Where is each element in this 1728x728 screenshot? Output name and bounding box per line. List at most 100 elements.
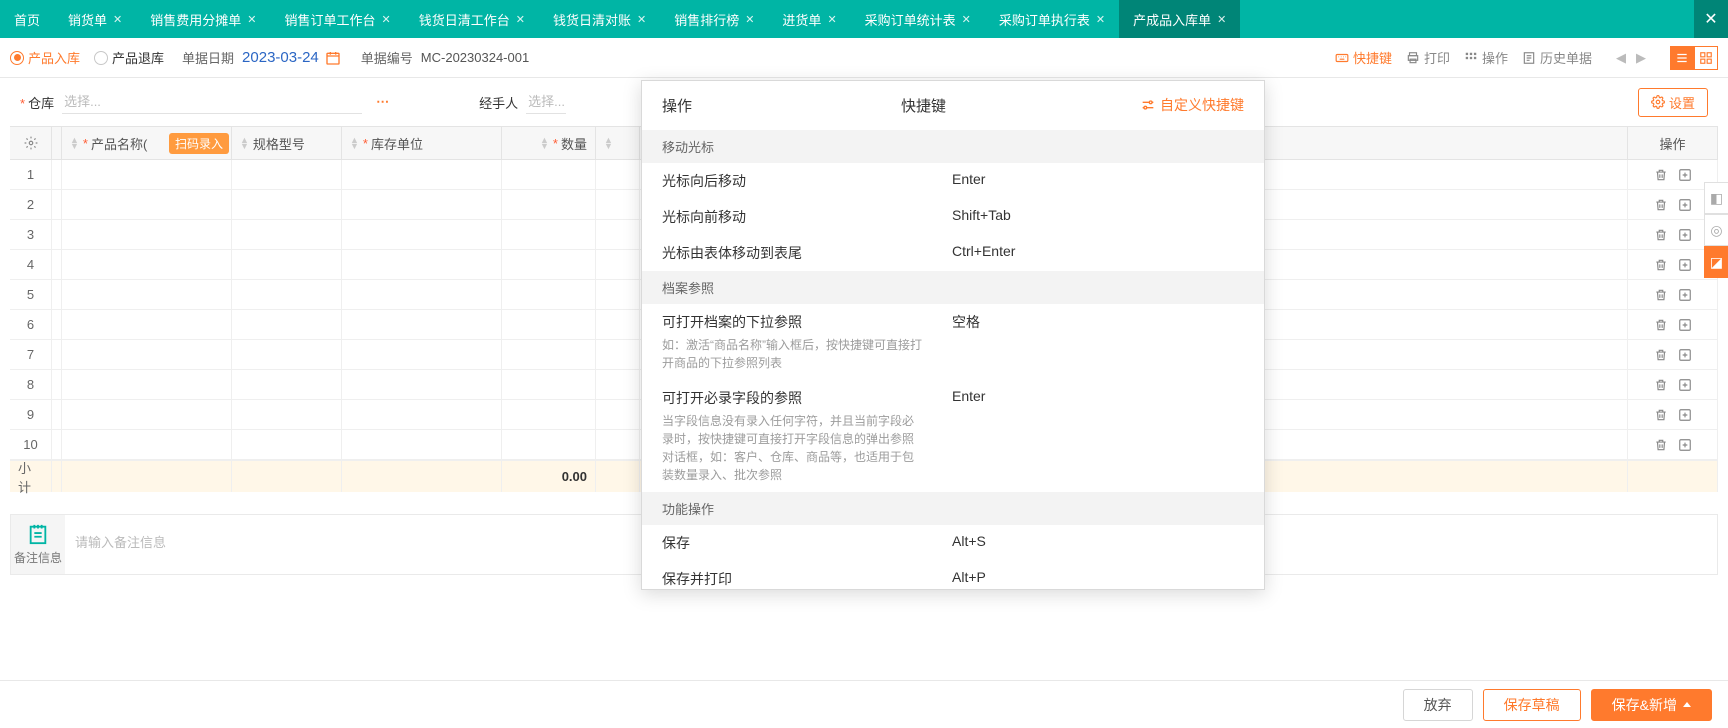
cell-product-name[interactable] [62, 280, 232, 309]
tab-qhrqdz[interactable]: 钱货日清对账✕ [539, 0, 660, 38]
add-row-icon[interactable] [1678, 318, 1692, 332]
close-icon[interactable]: ✕ [637, 13, 646, 26]
trash-icon[interactable] [1654, 348, 1668, 362]
close-all-tabs[interactable]: ✕ [1694, 0, 1728, 38]
save-and-new-button[interactable]: 保存&新增 [1591, 689, 1712, 721]
col-blank[interactable]: ▲▼ [596, 127, 640, 159]
trash-icon[interactable] [1654, 378, 1668, 392]
cell-unit[interactable] [342, 430, 502, 459]
side-tab-3[interactable]: ◪ [1704, 246, 1728, 278]
warehouse-more[interactable]: ⋯ [376, 94, 389, 110]
cell-product-name[interactable] [62, 160, 232, 189]
tab-jhd[interactable]: 进货单✕ [768, 0, 850, 38]
trash-icon[interactable] [1654, 168, 1668, 182]
col-qty[interactable]: ▲▼*数量 [502, 127, 596, 159]
cell-spec[interactable] [232, 280, 342, 309]
print-link[interactable]: 打印 [1406, 48, 1450, 67]
close-icon[interactable]: ✕ [745, 13, 754, 26]
cell-unit[interactable] [342, 220, 502, 249]
cell-blank[interactable] [596, 310, 640, 339]
view-list[interactable] [1670, 46, 1694, 70]
add-row-icon[interactable] [1678, 348, 1692, 362]
tab-qhrqgzt[interactable]: 钱货日清工作台✕ [405, 0, 539, 38]
cell-blank[interactable] [596, 400, 640, 429]
history-link[interactable]: 历史单据 [1522, 48, 1592, 67]
cell-unit[interactable] [342, 340, 502, 369]
trash-icon[interactable] [1654, 258, 1668, 272]
cell-qty[interactable] [502, 430, 596, 459]
tab-home[interactable]: 首页 [0, 0, 54, 38]
cell-qty[interactable] [502, 310, 596, 339]
cell-product-name[interactable] [62, 310, 232, 339]
cell-product-name[interactable] [62, 190, 232, 219]
custom-shortcut-link[interactable]: 自定义快捷键 [1140, 95, 1244, 115]
cell-spec[interactable] [232, 370, 342, 399]
close-icon[interactable]: ✕ [382, 13, 391, 26]
radio-product-in[interactable]: 产品入库 [10, 48, 80, 67]
cell-blank[interactable] [596, 370, 640, 399]
trash-icon[interactable] [1654, 228, 1668, 242]
tab-xsphb[interactable]: 销售排行榜✕ [660, 0, 768, 38]
cell-product-name[interactable] [62, 430, 232, 459]
cell-spec[interactable] [232, 220, 342, 249]
add-row-icon[interactable] [1678, 198, 1692, 212]
close-icon[interactable]: ✕ [1096, 13, 1105, 26]
col-spec[interactable]: ▲▼规格型号 [232, 127, 342, 159]
cell-unit[interactable] [342, 370, 502, 399]
scan-badge[interactable]: 扫码录入 [169, 133, 229, 154]
pager-next[interactable]: ▶ [1632, 46, 1650, 70]
cell-unit[interactable] [342, 190, 502, 219]
cell-qty[interactable] [502, 370, 596, 399]
cell-unit[interactable] [342, 400, 502, 429]
trash-icon[interactable] [1654, 288, 1668, 302]
tab-xhdj[interactable]: 销货单✕ [54, 0, 136, 38]
cell-spec[interactable] [232, 160, 342, 189]
cell-product-name[interactable] [62, 220, 232, 249]
settings-button[interactable]: 设置 [1638, 88, 1708, 117]
add-row-icon[interactable] [1678, 288, 1692, 302]
tab-xsddgzt[interactable]: 销售订单工作台✕ [270, 0, 404, 38]
cell-spec[interactable] [232, 400, 342, 429]
cell-qty[interactable] [502, 280, 596, 309]
add-row-icon[interactable] [1678, 258, 1692, 272]
save-draft-button[interactable]: 保存草稿 [1483, 689, 1581, 721]
cell-blank[interactable] [596, 280, 640, 309]
cell-product-name[interactable] [62, 370, 232, 399]
side-tab-2[interactable]: ◎ [1704, 214, 1728, 246]
cell-unit[interactable] [342, 280, 502, 309]
add-row-icon[interactable] [1678, 378, 1692, 392]
cell-spec[interactable] [232, 340, 342, 369]
add-row-icon[interactable] [1678, 408, 1692, 422]
cell-qty[interactable] [502, 250, 596, 279]
cell-unit[interactable] [342, 310, 502, 339]
cell-spec[interactable] [232, 430, 342, 459]
tab-ccprkd[interactable]: 产成品入库单✕ [1119, 0, 1240, 38]
cell-product-name[interactable] [62, 340, 232, 369]
col-product-name[interactable]: ▲▼*产品名称(扫码录入 [62, 127, 232, 159]
close-icon[interactable]: ✕ [1217, 13, 1226, 26]
cell-blank[interactable] [596, 250, 640, 279]
tab-cgddtjb[interactable]: 采购订单统计表✕ [851, 0, 985, 38]
close-icon[interactable]: ✕ [247, 13, 256, 26]
close-icon[interactable]: ✕ [962, 13, 971, 26]
cell-spec[interactable] [232, 310, 342, 339]
cell-blank[interactable] [596, 340, 640, 369]
calendar-icon[interactable] [325, 50, 341, 66]
cell-qty[interactable] [502, 340, 596, 369]
cell-blank[interactable] [596, 190, 640, 219]
trash-icon[interactable] [1654, 408, 1668, 422]
warehouse-select[interactable] [62, 90, 362, 114]
cell-spec[interactable] [232, 190, 342, 219]
cell-blank[interactable] [596, 220, 640, 249]
cell-qty[interactable] [502, 190, 596, 219]
shortcut-link[interactable]: 快捷键 [1335, 48, 1392, 67]
cell-qty[interactable] [502, 220, 596, 249]
tab-xsfyftd[interactable]: 销售费用分摊单✕ [136, 0, 270, 38]
discard-button[interactable]: 放弃 [1403, 689, 1473, 721]
radio-product-out[interactable]: 产品退库 [94, 48, 164, 67]
add-row-icon[interactable] [1678, 438, 1692, 452]
trash-icon[interactable] [1654, 438, 1668, 452]
cell-qty[interactable] [502, 160, 596, 189]
cell-blank[interactable] [596, 430, 640, 459]
cell-product-name[interactable] [62, 400, 232, 429]
